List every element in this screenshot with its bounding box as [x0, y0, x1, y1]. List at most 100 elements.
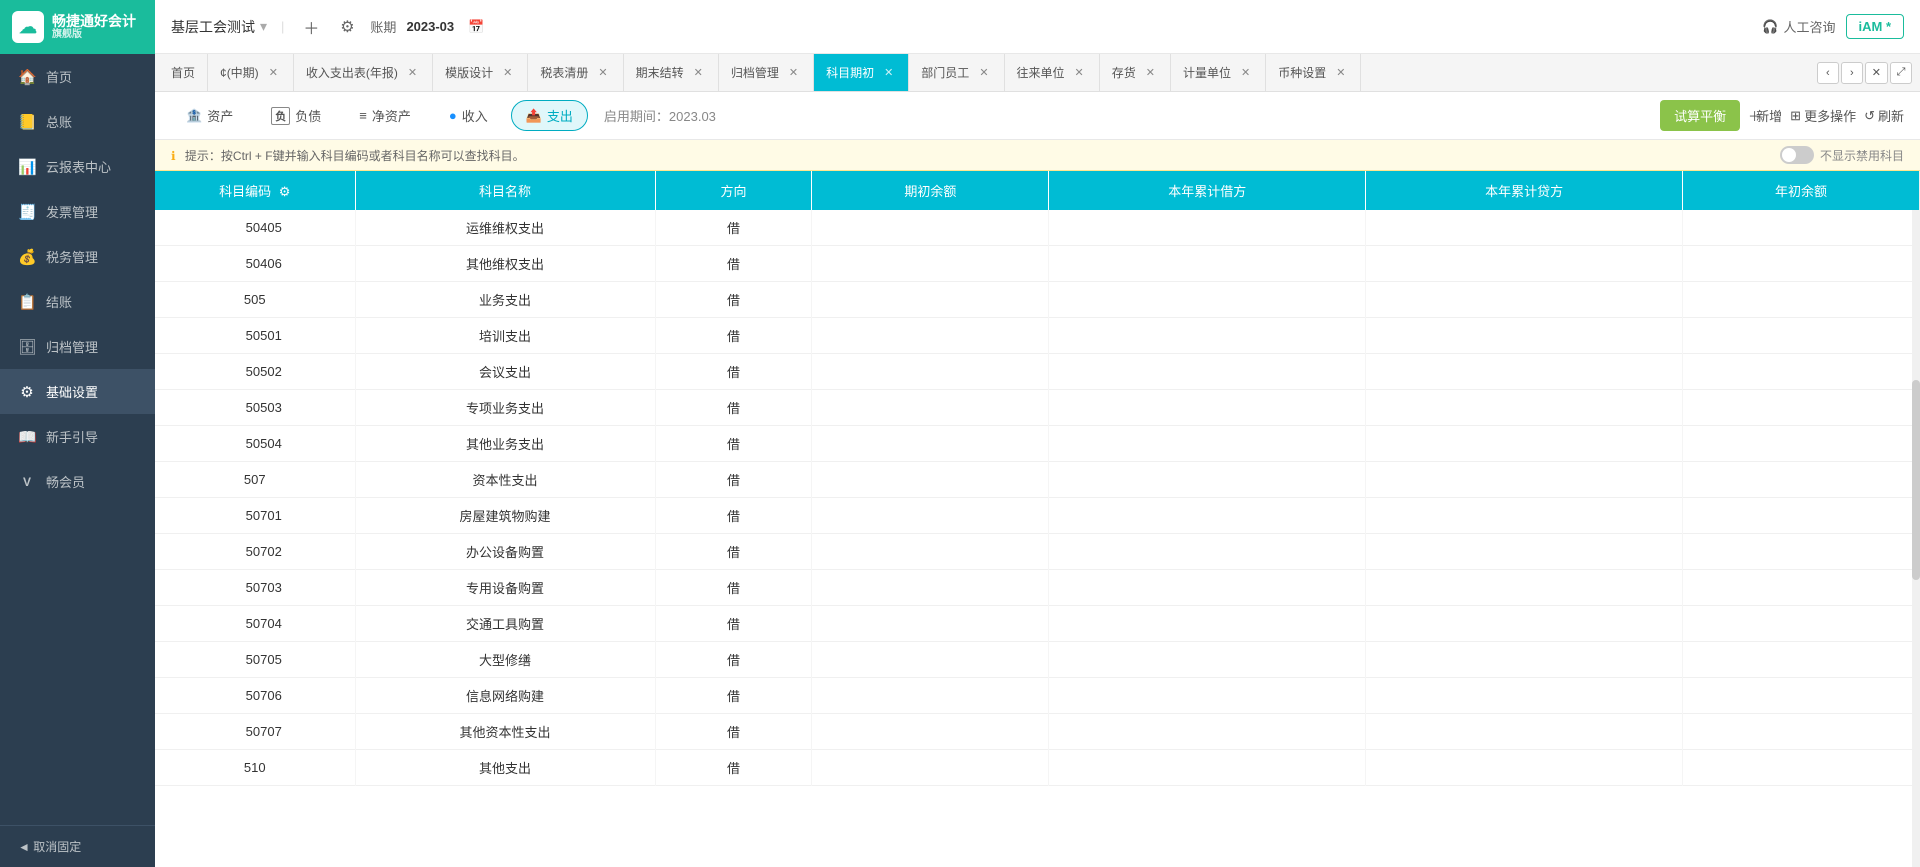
- header-right: 🎧 人工咨询 iAM *: [1762, 14, 1904, 39]
- balance-button[interactable]: 试算平衡: [1660, 100, 1740, 131]
- org-name[interactable]: 基层工会测试 ▾: [171, 17, 267, 37]
- more-button[interactable]: ⊞ 更多操作: [1790, 106, 1856, 125]
- tab-period-end-close[interactable]: ✕: [691, 65, 706, 80]
- table-row[interactable]: 50501 培训支出 借: [155, 318, 1920, 354]
- filter-tab-income[interactable]: ● 收入: [434, 100, 503, 131]
- sidebar-item-home[interactable]: 🏠 首页: [0, 54, 155, 99]
- tab-scroll-left[interactable]: ‹: [1817, 62, 1839, 84]
- tab-units-close[interactable]: ✕: [1072, 65, 1087, 80]
- tab-dept-close[interactable]: ✕: [976, 65, 991, 80]
- sidebar-item-member[interactable]: V 畅会员: [0, 459, 155, 504]
- add-tab-button[interactable]: ＋: [298, 14, 324, 40]
- tab-tax-close[interactable]: ✕: [595, 65, 610, 80]
- support-button[interactable]: 🎧 人工咨询: [1762, 17, 1835, 36]
- tab-period-end[interactable]: 期末结转 ✕: [624, 54, 719, 92]
- table-row[interactable]: 505 业务支出 借: [155, 282, 1920, 318]
- table-row[interactable]: 50707 其他资本性支出 借: [155, 714, 1920, 750]
- tab-period-close[interactable]: ✕: [266, 65, 281, 80]
- table-row[interactable]: 50503 专项业务支出 借: [155, 390, 1920, 426]
- table-row[interactable]: 50502 会议支出 借: [155, 354, 1920, 390]
- add-button[interactable]: ＋ 新增: [1748, 106, 1782, 125]
- filter-tab-expense[interactable]: 📤 支出: [511, 100, 588, 131]
- calendar-icon[interactable]: 📅: [468, 19, 484, 35]
- sidebar-collapse-btn[interactable]: ◄ 取消固定: [0, 825, 155, 867]
- table-row[interactable]: 50703 专用设备购置 借: [155, 570, 1920, 606]
- tab-home[interactable]: 首页: [159, 54, 208, 92]
- cell-debit: [1049, 678, 1366, 714]
- cell-credit: [1366, 750, 1683, 786]
- sidebar-item-settings[interactable]: ⚙ 基础设置: [0, 369, 155, 414]
- filter-tab-liability[interactable]: 负 负债: [256, 100, 336, 131]
- tab-dept[interactable]: 部门员工 ✕: [909, 54, 1004, 92]
- tab-units[interactable]: 往来单位 ✕: [1005, 54, 1100, 92]
- filter-tab-net-asset[interactable]: ≡ 净资产: [344, 100, 426, 131]
- tab-subject-init-close[interactable]: ✕: [881, 65, 896, 80]
- scrollbar-thumb[interactable]: [1912, 380, 1920, 580]
- cell-code: 50701: [155, 498, 355, 534]
- header-separator: |: [281, 19, 284, 34]
- sidebar-item-tax[interactable]: 💰 税务管理: [0, 234, 155, 279]
- tip-text: ℹ 提示：按Ctrl + F键并输入科目编码或者科目名称可以查找科目。: [171, 147, 525, 164]
- tab-period[interactable]: ¢(中期) ✕: [208, 54, 294, 92]
- cell-debit: [1049, 714, 1366, 750]
- tab-inventory-close[interactable]: ✕: [1143, 65, 1158, 80]
- sidebar-item-guide[interactable]: 📖 新手引导: [0, 414, 155, 459]
- tab-currency[interactable]: 币种设置 ✕: [1266, 54, 1361, 92]
- table-row[interactable]: 50702 办公设备购置 借: [155, 534, 1920, 570]
- headset-icon: 🎧: [1762, 19, 1778, 35]
- filter-tab-liability-label: 负债: [295, 106, 321, 125]
- tab-archive-close[interactable]: ✕: [786, 65, 801, 80]
- tab-close-all[interactable]: ✕: [1865, 62, 1888, 84]
- tab-inventory-label: 存货: [1112, 64, 1136, 81]
- cell-year-balance: [1683, 678, 1920, 714]
- cell-direction: 借: [655, 642, 812, 678]
- cell-debit: [1049, 390, 1366, 426]
- cell-name: 业务支出: [355, 282, 655, 318]
- toggle-container: 不显示禁用科目: [1780, 146, 1904, 164]
- cell-year-balance: [1683, 498, 1920, 534]
- table-row[interactable]: 510 其他支出 借: [155, 750, 1920, 786]
- filter-tab-asset[interactable]: 🏦 资产: [171, 100, 248, 131]
- tab-inventory[interactable]: 存货 ✕: [1100, 54, 1171, 92]
- table-row[interactable]: 50405 运维维权支出 借: [155, 210, 1920, 246]
- iam-button[interactable]: iAM *: [1846, 14, 1905, 39]
- refresh-button[interactable]: ↺ 刷新: [1864, 106, 1904, 125]
- cell-debit: [1049, 462, 1366, 498]
- cell-year-balance: [1683, 570, 1920, 606]
- toggle-label: 不显示禁用科目: [1820, 147, 1904, 164]
- disable-subject-toggle[interactable]: [1780, 146, 1814, 164]
- cell-debit: [1049, 606, 1366, 642]
- tab-template[interactable]: 模版设计 ✕: [433, 54, 528, 92]
- sidebar-item-invoice[interactable]: 🧾 发票管理: [0, 189, 155, 234]
- sidebar-item-cloud[interactable]: 📊 云报表中心: [0, 144, 155, 189]
- table-row[interactable]: 50706 信息网络购建 借: [155, 678, 1920, 714]
- tab-template-label: 模版设计: [445, 64, 493, 81]
- tab-subject-init[interactable]: 科目期初 ✕: [814, 54, 909, 92]
- table-row[interactable]: 50705 大型修缮 借: [155, 642, 1920, 678]
- cell-balance: [812, 498, 1049, 534]
- tab-currency-close[interactable]: ✕: [1333, 65, 1348, 80]
- table-row[interactable]: 50701 房屋建筑物购建 借: [155, 498, 1920, 534]
- cell-name: 专用设备购置: [355, 570, 655, 606]
- sub-header-right: 试算平衡 ＋ 新增 ⊞ 更多操作 ↺ 刷新: [1660, 100, 1904, 131]
- cell-year-balance: [1683, 390, 1920, 426]
- tab-scroll-right[interactable]: ›: [1841, 62, 1863, 84]
- tab-tax[interactable]: 税表清册 ✕: [528, 54, 623, 92]
- table-row[interactable]: 50704 交通工具购置 借: [155, 606, 1920, 642]
- settings-tab-button[interactable]: ⚙: [334, 14, 360, 40]
- tab-measure-close[interactable]: ✕: [1238, 65, 1253, 80]
- col-settings-icon[interactable]: ⚙: [279, 184, 291, 199]
- tab-archive[interactable]: 归档管理 ✕: [719, 54, 814, 92]
- sidebar-item-close[interactable]: 📋 结账: [0, 279, 155, 324]
- tab-income-close[interactable]: ✕: [405, 65, 420, 80]
- table-row[interactable]: 50406 其他维权支出 借: [155, 246, 1920, 282]
- sidebar-item-ledger[interactable]: 📒 总账: [0, 99, 155, 144]
- tab-income[interactable]: 收入支出表(年报) ✕: [294, 54, 433, 92]
- tab-measure[interactable]: 计量单位 ✕: [1171, 54, 1266, 92]
- cell-credit: [1366, 462, 1683, 498]
- table-row[interactable]: 507 资本性支出 借: [155, 462, 1920, 498]
- tab-template-close[interactable]: ✕: [500, 65, 515, 80]
- table-row[interactable]: 50504 其他业务支出 借: [155, 426, 1920, 462]
- tab-expand[interactable]: ⤢: [1890, 62, 1912, 84]
- sidebar-item-archive[interactable]: 🗄 归档管理: [0, 324, 155, 369]
